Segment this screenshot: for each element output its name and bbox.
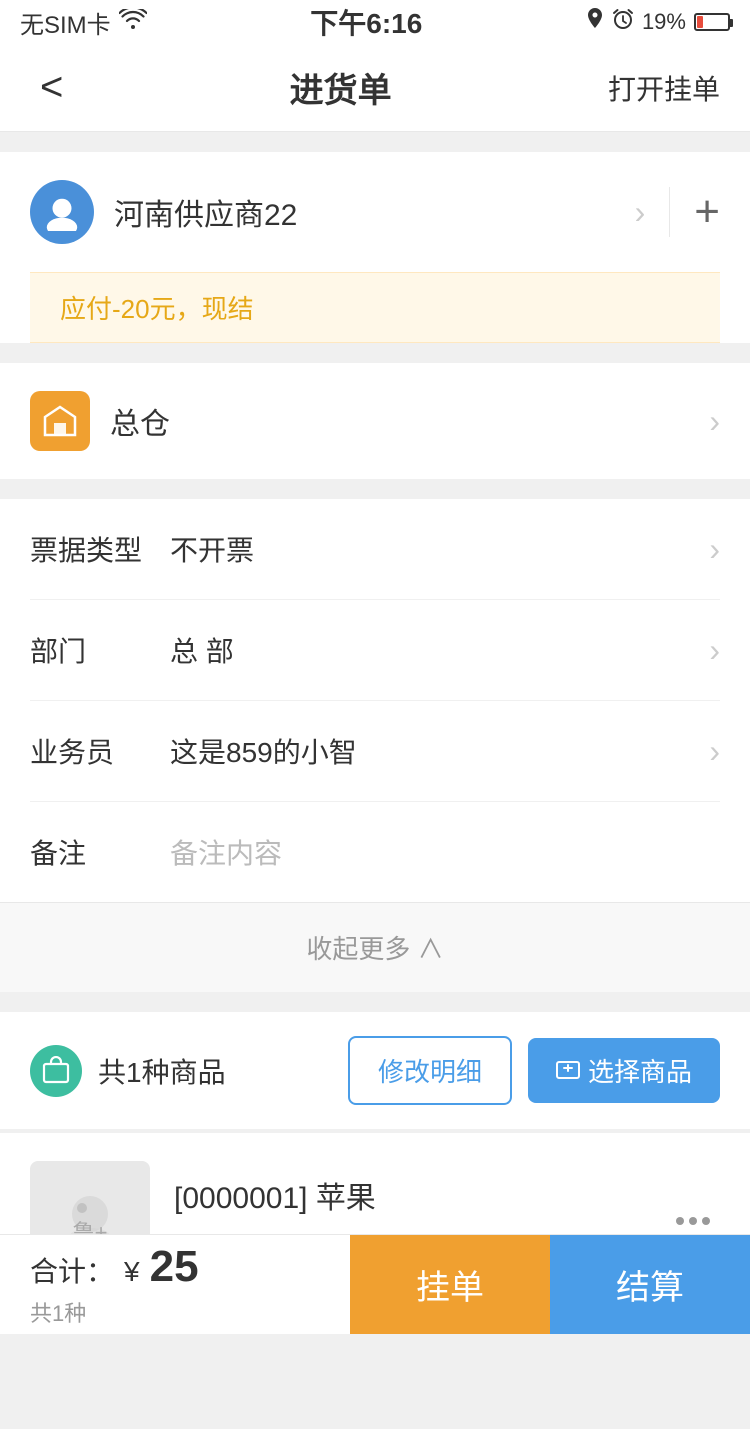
- three-dots-icon: [676, 1217, 710, 1225]
- alarm-icon: [612, 8, 634, 36]
- product-more-button[interactable]: [666, 1207, 720, 1235]
- total-sub: 共1种: [30, 1296, 320, 1328]
- select-product-label: 选择商品: [588, 1052, 692, 1089]
- remark-value[interactable]: 备注内容: [170, 832, 720, 872]
- nav-bar: < 进货单 打开挂单: [0, 44, 750, 132]
- page-title: 进货单: [290, 63, 392, 112]
- collapse-row[interactable]: 收起更多 ∧: [0, 902, 750, 992]
- invoice-chevron-icon: ›: [709, 531, 720, 568]
- supplier-row[interactable]: 河南供应商22 › +: [30, 152, 720, 272]
- battery-text: 19%: [642, 9, 686, 35]
- edit-detail-button[interactable]: 修改明细: [348, 1036, 512, 1105]
- status-right: 19%: [586, 8, 730, 36]
- status-bar: 无SIM卡 下午6:16 19%: [0, 0, 750, 44]
- add-button[interactable]: +: [669, 187, 720, 237]
- salesperson-label: 业务员: [30, 731, 150, 771]
- supplier-avatar: [30, 180, 94, 244]
- footer: 合计： ¥ 25 共1种 挂单 结算: [0, 1234, 750, 1334]
- department-label: 部门: [30, 630, 150, 670]
- product-name: [0000001] 苹果: [174, 1173, 666, 1217]
- invoice-type-value: 不开票: [170, 529, 709, 569]
- battery-icon: [694, 13, 730, 31]
- wifi-icon: [119, 8, 147, 36]
- warehouse-name: 总仓: [110, 399, 709, 443]
- total-amount: 25: [150, 1242, 199, 1292]
- department-chevron-icon: ›: [709, 632, 720, 669]
- total-line: 合计： ¥ 25: [30, 1242, 320, 1292]
- remark-row[interactable]: 备注 备注内容: [30, 802, 720, 902]
- back-button[interactable]: <: [30, 55, 73, 120]
- total-label: 合计：: [30, 1250, 114, 1290]
- chevron-right-icon: ›: [635, 194, 646, 231]
- product-code: [0000001]: [174, 1182, 307, 1215]
- warehouse-row[interactable]: 总仓 ›: [30, 363, 720, 479]
- payment-badge: 应付-20元，现结: [30, 272, 720, 343]
- warehouse-card: 总仓 ›: [0, 363, 750, 479]
- salesperson-chevron-icon: ›: [709, 733, 720, 770]
- footer-total: 合计： ¥ 25 共1种: [0, 1235, 350, 1334]
- department-value: 总 部: [170, 630, 709, 670]
- carrier-text: 无SIM卡: [20, 5, 111, 40]
- invoice-type-row[interactable]: 票据类型 不开票 ›: [30, 499, 720, 600]
- checkout-button[interactable]: 结算: [550, 1235, 750, 1334]
- products-icon: [30, 1045, 82, 1097]
- total-prefix: ¥: [124, 1256, 140, 1288]
- divider-3: [0, 479, 750, 499]
- salesperson-value: 这是859的小智: [170, 731, 709, 771]
- select-product-button[interactable]: 选择商品: [528, 1038, 720, 1103]
- divider-2: [0, 343, 750, 363]
- products-header: 共1种商品 修改明细 选择商品: [0, 1012, 750, 1130]
- supplier-card: 河南供应商22 › + 应付-20元，现结: [0, 152, 750, 343]
- divider-4: [0, 992, 750, 1012]
- status-time: 下午6:16: [310, 2, 422, 42]
- salesperson-row[interactable]: 业务员 这是859的小智 ›: [30, 701, 720, 802]
- location-icon: [586, 8, 604, 36]
- products-count: 共1种商品: [98, 1051, 348, 1091]
- divider-1: [0, 132, 750, 152]
- product-title: 苹果: [316, 1182, 376, 1215]
- invoice-type-label: 票据类型: [30, 529, 150, 569]
- checkout-label: 结算: [616, 1260, 684, 1309]
- remark-label: 备注: [30, 832, 150, 872]
- open-pending-button[interactable]: 打开挂单: [608, 68, 720, 108]
- supplier-name: 河南供应商22: [114, 190, 635, 234]
- department-row[interactable]: 部门 总 部 ›: [30, 600, 720, 701]
- status-left: 无SIM卡: [20, 5, 147, 40]
- hold-order-label: 挂单: [416, 1260, 484, 1309]
- form-card: 票据类型 不开票 › 部门 总 部 › 业务员 这是859的小智 › 备注 备注…: [0, 499, 750, 902]
- warehouse-icon: [30, 391, 90, 451]
- warehouse-chevron-icon: ›: [709, 403, 720, 440]
- hold-order-button[interactable]: 挂单: [350, 1235, 550, 1334]
